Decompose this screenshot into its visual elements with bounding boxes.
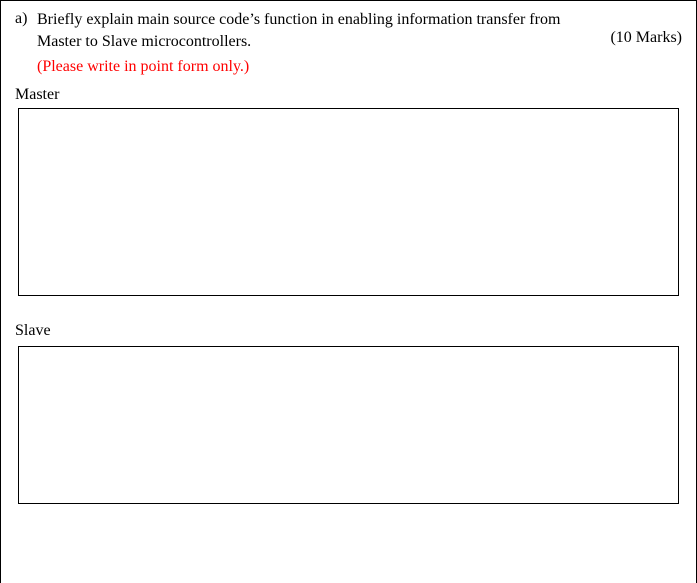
master-answer-box[interactable]	[18, 108, 679, 296]
master-section-label: Master	[15, 86, 682, 104]
slave-section-label: Slave	[15, 322, 682, 340]
slave-answer-box[interactable]	[18, 346, 679, 504]
question-label: a)	[15, 9, 37, 28]
instruction-text: (Please write in point form only.)	[37, 58, 682, 76]
question-row: a) Briefly explain main source code’s fu…	[15, 9, 682, 52]
question-marks: (10 Marks)	[610, 29, 682, 47]
exam-question-page: a) Briefly explain main source code’s fu…	[0, 0, 697, 583]
question-body: Briefly explain main source code’s funct…	[37, 9, 682, 52]
question-text: Briefly explain main source code’s funct…	[37, 9, 682, 52]
